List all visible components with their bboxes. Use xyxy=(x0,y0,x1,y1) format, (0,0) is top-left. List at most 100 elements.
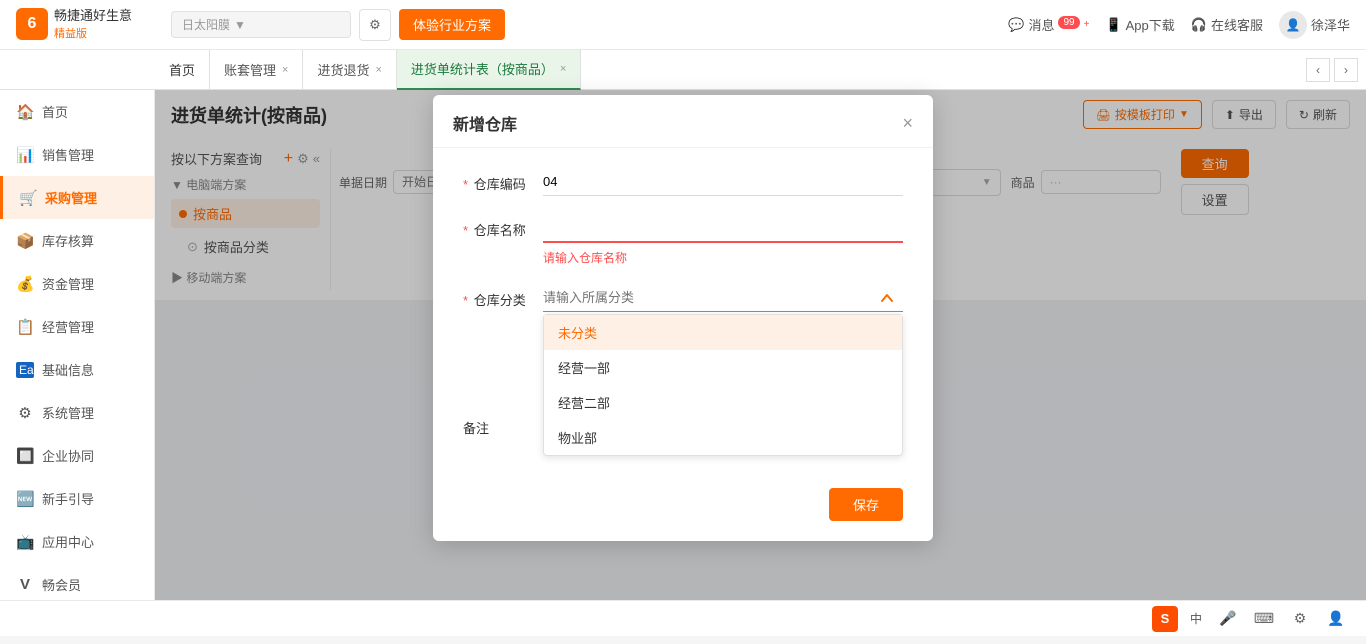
note-label: 备注 xyxy=(463,412,543,437)
sidebar-item-sales[interactable]: 📊 销售管理 xyxy=(0,133,154,176)
messages-button[interactable]: 💬 消息 99 + xyxy=(1008,15,1089,34)
tab-home[interactable]: 首页 xyxy=(155,50,210,90)
sidebar-label-inventory: 库存核算 xyxy=(42,231,94,250)
sidebar-label-basicinfo: 基础信息 xyxy=(42,360,94,379)
tab-bar: 首页 账套管理 × 进货退货 × 进货单统计表（按商品） × ‹ › xyxy=(0,50,1366,90)
tab-account[interactable]: 账套管理 × xyxy=(210,50,303,90)
keyboard-icon[interactable]: ⌨ xyxy=(1250,605,1278,633)
save-button[interactable]: 保存 xyxy=(829,488,903,521)
sidebar: 🏠 首页 📊 销售管理 🛒 采购管理 📦 库存核算 💰 资金管理 📋 经营管理 … xyxy=(0,90,155,600)
user-bottom-icon[interactable]: 👤 xyxy=(1322,605,1350,633)
sidebar-label-guide: 新手引导 xyxy=(42,489,94,508)
sidebar-item-operations[interactable]: 📋 经营管理 xyxy=(0,305,154,348)
sidebar-item-enterprise[interactable]: 🔲 企业协同 xyxy=(0,434,154,477)
code-required-star: * xyxy=(463,177,468,192)
sidebar-item-home[interactable]: 🏠 首页 xyxy=(0,90,154,133)
form-row-code: * 仓库编码 xyxy=(463,168,903,196)
tab-purchase-return-close[interactable]: × xyxy=(375,64,381,76)
sidebar-label-sales: 销售管理 xyxy=(42,145,94,164)
sidebar-item-basicinfo[interactable]: Ea 基础信息 xyxy=(0,348,154,391)
modal-header: 新增仓库 × xyxy=(433,95,933,148)
modal-close-button[interactable]: × xyxy=(902,114,913,132)
sidebar-item-system[interactable]: ⚙ 系统管理 xyxy=(0,391,154,434)
settings-gear-button[interactable]: ⚙ xyxy=(359,9,391,41)
basicinfo-icon: Ea xyxy=(16,362,34,378)
messages-badge: 99 xyxy=(1058,16,1079,29)
code-input[interactable] xyxy=(543,168,903,196)
sidebar-label-operations: 经营管理 xyxy=(42,317,94,336)
tab-purchase-return-label: 进货退货 xyxy=(317,60,369,79)
category-option-property[interactable]: 物业部 xyxy=(544,420,902,455)
header-right: 💬 消息 99 + 📱 App下载 🎧 在线客服 👤 徐泽华 xyxy=(1008,11,1350,39)
app-download-button[interactable]: 📱 App下载 xyxy=(1105,15,1174,34)
modal-footer: 保存 xyxy=(433,488,933,521)
settings-bottom-icon[interactable]: ⚙ xyxy=(1286,605,1314,633)
home-icon: 🏠 xyxy=(16,103,34,121)
category-option-unclassified[interactable]: 未分类 xyxy=(544,315,902,350)
app-logo-icon: 6 xyxy=(16,8,48,40)
tab-purchase-return[interactable]: 进货退货 × xyxy=(303,50,396,90)
sidebar-item-inventory[interactable]: 📦 库存核算 xyxy=(0,219,154,262)
inventory-icon: 📦 xyxy=(16,232,34,250)
messages-badge-plus: + xyxy=(1084,19,1090,30)
name-input[interactable] xyxy=(543,214,903,243)
message-icon: 💬 xyxy=(1008,17,1024,33)
avatar: 👤 xyxy=(1279,11,1307,39)
tab-home-label: 首页 xyxy=(169,60,195,79)
tab-account-label: 账套管理 xyxy=(224,60,276,79)
header-search-box[interactable]: 日太阳膜 ▼ xyxy=(171,11,351,38)
purchase-icon: 🛒 xyxy=(19,189,37,207)
phone-icon: 📱 xyxy=(1105,17,1121,33)
tab-prev-button[interactable]: ‹ xyxy=(1306,58,1330,82)
logo-text: 畅捷通好生意 精益版 xyxy=(54,8,132,41)
name-row-inner: * 仓库名称 xyxy=(463,214,903,243)
category-label: * 仓库分类 xyxy=(463,284,543,309)
trial-button[interactable]: 体验行业方案 xyxy=(399,9,505,40)
enterprise-icon: 🔲 xyxy=(16,447,34,465)
category-chevron-up-button[interactable] xyxy=(871,284,903,312)
name-required-star: * xyxy=(463,223,468,238)
sidebar-label-finance: 资金管理 xyxy=(42,274,94,293)
online-service-label: 在线客服 xyxy=(1211,15,1263,34)
code-label: * 仓库编码 xyxy=(463,168,543,193)
mic-icon[interactable]: 🎤 xyxy=(1214,605,1242,633)
category-required-star: * xyxy=(463,293,468,308)
modal-title: 新增仓库 xyxy=(453,111,517,135)
tab-purchase-stats-close[interactable]: × xyxy=(560,63,566,75)
gear-icon: ⚙ xyxy=(369,17,381,33)
category-dropdown: 未分类 经营一部 经营二部 物业部 xyxy=(543,314,903,456)
user-profile[interactable]: 👤 徐泽华 xyxy=(1279,11,1350,39)
name-error-area: 请输入仓库名称 xyxy=(463,245,627,266)
name-error-message: 请输入仓库名称 xyxy=(543,249,627,266)
sidebar-label-purchase: 采购管理 xyxy=(45,188,97,207)
search-value: 日太阳膜 xyxy=(182,16,230,33)
username: 徐泽华 xyxy=(1311,15,1350,34)
sidebar-item-guide[interactable]: 🆕 新手引导 xyxy=(0,477,154,520)
sidebar-item-purchase[interactable]: 🛒 采购管理 xyxy=(0,176,154,219)
modal-new-warehouse: 新增仓库 × * 仓库编码 * 仓库名称 请输入仓库名称 xyxy=(433,95,933,541)
category-option-dept2[interactable]: 经营二部 xyxy=(544,385,902,420)
zh-label: 中 xyxy=(1190,610,1202,627)
modal-body: * 仓库编码 * 仓库名称 请输入仓库名称 * xyxy=(433,148,933,478)
category-option-dept1[interactable]: 经营一部 xyxy=(544,350,902,385)
logo-area: 6 畅捷通好生意 精益版 xyxy=(16,8,171,41)
sidebar-label-member: 畅会员 xyxy=(42,575,81,594)
messages-label: 消息 xyxy=(1028,15,1054,34)
chevron-up-icon xyxy=(879,290,895,306)
sales-icon: 📊 xyxy=(16,146,34,164)
tab-nav-buttons: ‹ › xyxy=(1306,58,1366,82)
tab-account-close[interactable]: × xyxy=(282,64,288,76)
search-dropdown-arrow[interactable]: ▼ xyxy=(234,18,246,32)
form-row-category: * 仓库分类 未分类 经营一部 经营二部 物业部 xyxy=(463,284,903,312)
operations-icon: 📋 xyxy=(16,318,34,336)
sidebar-item-appcenter[interactable]: 📺 应用中心 xyxy=(0,520,154,563)
appcenter-icon: 📺 xyxy=(16,533,34,551)
category-input[interactable] xyxy=(543,284,903,312)
tab-purchase-stats[interactable]: 进货单统计表（按商品） × xyxy=(397,50,581,90)
member-icon: V xyxy=(16,576,34,593)
online-service-button[interactable]: 🎧 在线客服 xyxy=(1191,15,1263,34)
tab-next-button[interactable]: › xyxy=(1334,58,1358,82)
headset-icon: 🎧 xyxy=(1191,17,1207,33)
system-icon: ⚙ xyxy=(16,404,34,422)
sidebar-item-finance[interactable]: 💰 资金管理 xyxy=(0,262,154,305)
